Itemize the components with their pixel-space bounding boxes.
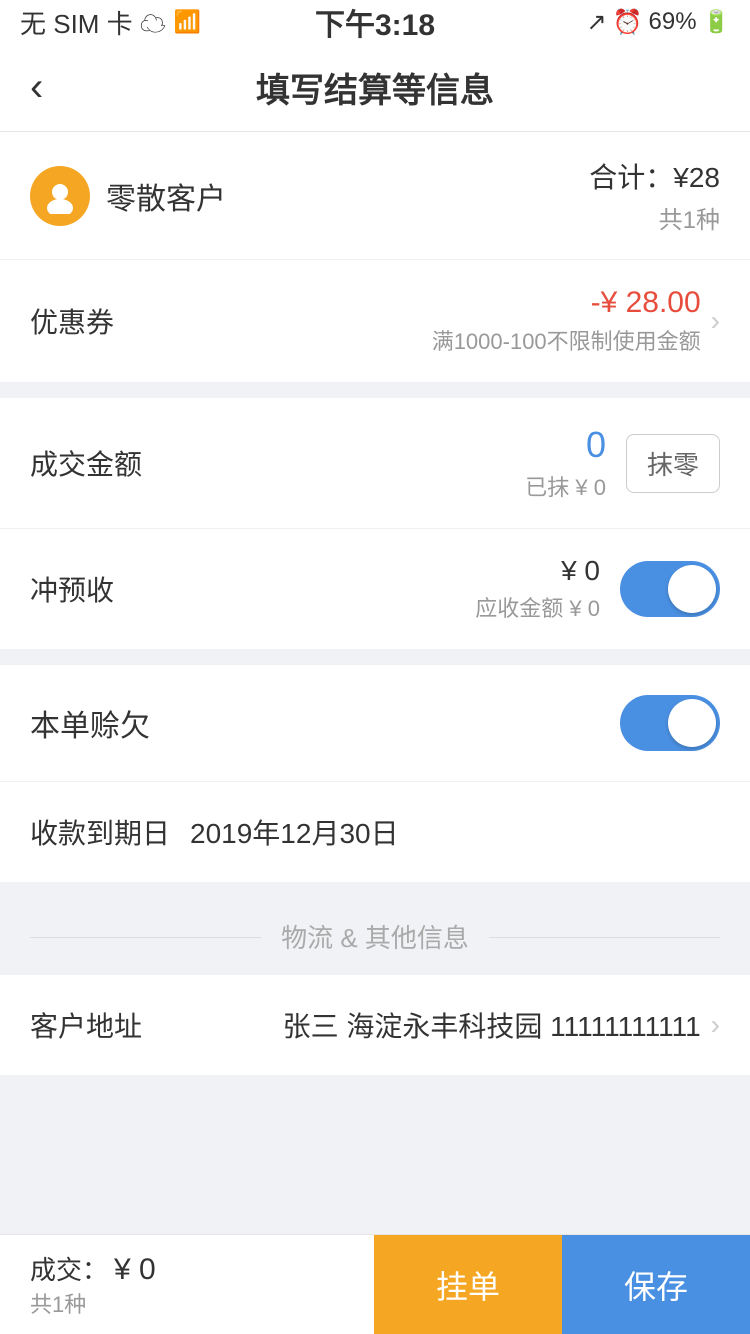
- logistics-divider: 物流 & 其他信息: [30, 918, 720, 955]
- toggle-knob: [668, 565, 716, 613]
- address-label: 客户地址: [30, 1005, 142, 1045]
- customer-section: 零散客户 合计：¥28 共1种 优惠券 -¥ 28.00 满1000-100不限…: [0, 132, 750, 382]
- prepay-sub: 应收金额 ¥ 0: [475, 591, 600, 623]
- debt-row: 本单赊欠: [0, 665, 750, 781]
- prepay-label: 冲预收: [30, 569, 114, 609]
- customer-left: 零散客户: [30, 166, 226, 226]
- deal-amount-section: 成交金额 0 已抹 ¥ 0 抹零 冲预收 ¥ 0 应收金额 ¥ 0: [0, 398, 750, 649]
- location-icon: ↗: [587, 8, 607, 37]
- status-bar: 无 SIM 卡 ☁ 📶 下午3:18 ↗ ⏰ 69% 🔋: [0, 0, 750, 44]
- pending-button[interactable]: 挂单: [374, 1235, 562, 1334]
- customer-name: 零散客户: [106, 174, 226, 218]
- debt-label: 本单赊欠: [30, 701, 150, 745]
- alarm-icon: ⏰: [613, 8, 643, 37]
- status-left: 无 SIM 卡 ☁ 📶: [20, 4, 201, 41]
- page-title: 填写结算等信息: [256, 63, 494, 112]
- address-section: 客户地址 张三 海淀永丰科技园 11111111111 ›: [0, 975, 750, 1075]
- prepay-info: ¥ 0 应收金额 ¥ 0: [475, 555, 600, 623]
- total-amount: 合计：¥28: [589, 156, 720, 196]
- prepay-row: 冲预收 ¥ 0 应收金额 ¥ 0: [0, 528, 750, 649]
- debt-toggle-knob: [668, 699, 716, 747]
- battery-icon: 🔋: [703, 9, 730, 35]
- nav-bar: ‹ 填写结算等信息: [0, 44, 750, 132]
- debt-toggle[interactable]: [620, 695, 720, 751]
- prepay-toggle[interactable]: [620, 561, 720, 617]
- address-right: 张三 海淀永丰科技园 11111111111 ›: [263, 1005, 720, 1045]
- coupon-label: 优惠券: [30, 301, 114, 341]
- bottom-spacer: [0, 1091, 750, 1211]
- logistics-label: 物流 & 其他信息: [261, 923, 489, 953]
- prepay-amount: ¥ 0: [475, 555, 600, 587]
- deal-amount-sub: 已抹 ¥ 0: [525, 470, 606, 502]
- battery-text: 69%: [649, 8, 697, 36]
- due-date-row: 收款到期日 2019年12月30日: [0, 781, 750, 882]
- amount-input-area: 0 已抹 ¥ 0: [525, 424, 606, 502]
- bottom-deal-amount: ¥ 0: [114, 1253, 156, 1287]
- chevron-right-icon: ›: [711, 305, 720, 337]
- amount-right: 0 已抹 ¥ 0 抹零: [525, 424, 720, 502]
- status-right: ↗ ⏰ 69% 🔋: [587, 8, 730, 37]
- coupon-amount: -¥ 28.00: [432, 286, 701, 320]
- bottom-left: 成交： ¥ 0 共1种: [0, 1235, 374, 1334]
- deal-amount-value[interactable]: 0: [525, 424, 606, 466]
- customer-row: 零散客户 合计：¥28 共1种: [0, 132, 750, 259]
- avatar: [30, 166, 90, 226]
- coupon-row[interactable]: 优惠券 -¥ 28.00 满1000-100不限制使用金额 ›: [0, 259, 750, 382]
- coupon-right: -¥ 28.00 满1000-100不限制使用金额 ›: [432, 286, 720, 356]
- logistics-section: 物流 & 其他信息: [0, 898, 750, 975]
- save-button[interactable]: 保存: [562, 1235, 750, 1334]
- wifi-icon: 📶: [174, 9, 201, 35]
- address-row[interactable]: 客户地址 张三 海淀永丰科技园 11111111111 ›: [0, 975, 750, 1075]
- bottom-deal-label: 成交：: [30, 1250, 108, 1287]
- due-date-value: 2019年12月30日: [190, 812, 399, 852]
- deal-amount-row: 成交金额 0 已抹 ¥ 0 抹零: [0, 398, 750, 528]
- address-value: 张三 海淀永丰科技园 11111111111: [283, 1005, 701, 1045]
- maling-button[interactable]: 抹零: [626, 434, 720, 493]
- bottom-bar: 成交： ¥ 0 共1种 挂单 保存: [0, 1234, 750, 1334]
- status-time: 下午3:18: [315, 0, 435, 44]
- back-button[interactable]: ‹: [30, 65, 43, 110]
- coupon-info: -¥ 28.00 满1000-100不限制使用金额: [432, 286, 701, 356]
- coupon-desc: 满1000-100不限制使用金额: [432, 324, 701, 356]
- deal-amount-label: 成交金额: [30, 443, 142, 483]
- address-chevron-icon: ›: [711, 1009, 720, 1041]
- no-sim-text: 无 SIM 卡 ☁: [20, 4, 166, 41]
- bottom-count: 共1种: [30, 1287, 344, 1319]
- customer-right: 合计：¥28 共1种: [589, 156, 720, 235]
- bottom-buttons: 挂单 保存: [374, 1235, 750, 1334]
- prepay-right: ¥ 0 应收金额 ¥ 0: [475, 555, 720, 623]
- due-date-label: 收款到期日: [30, 812, 170, 852]
- debt-section: 本单赊欠 收款到期日 2019年12月30日: [0, 665, 750, 882]
- total-count: 共1种: [589, 200, 720, 235]
